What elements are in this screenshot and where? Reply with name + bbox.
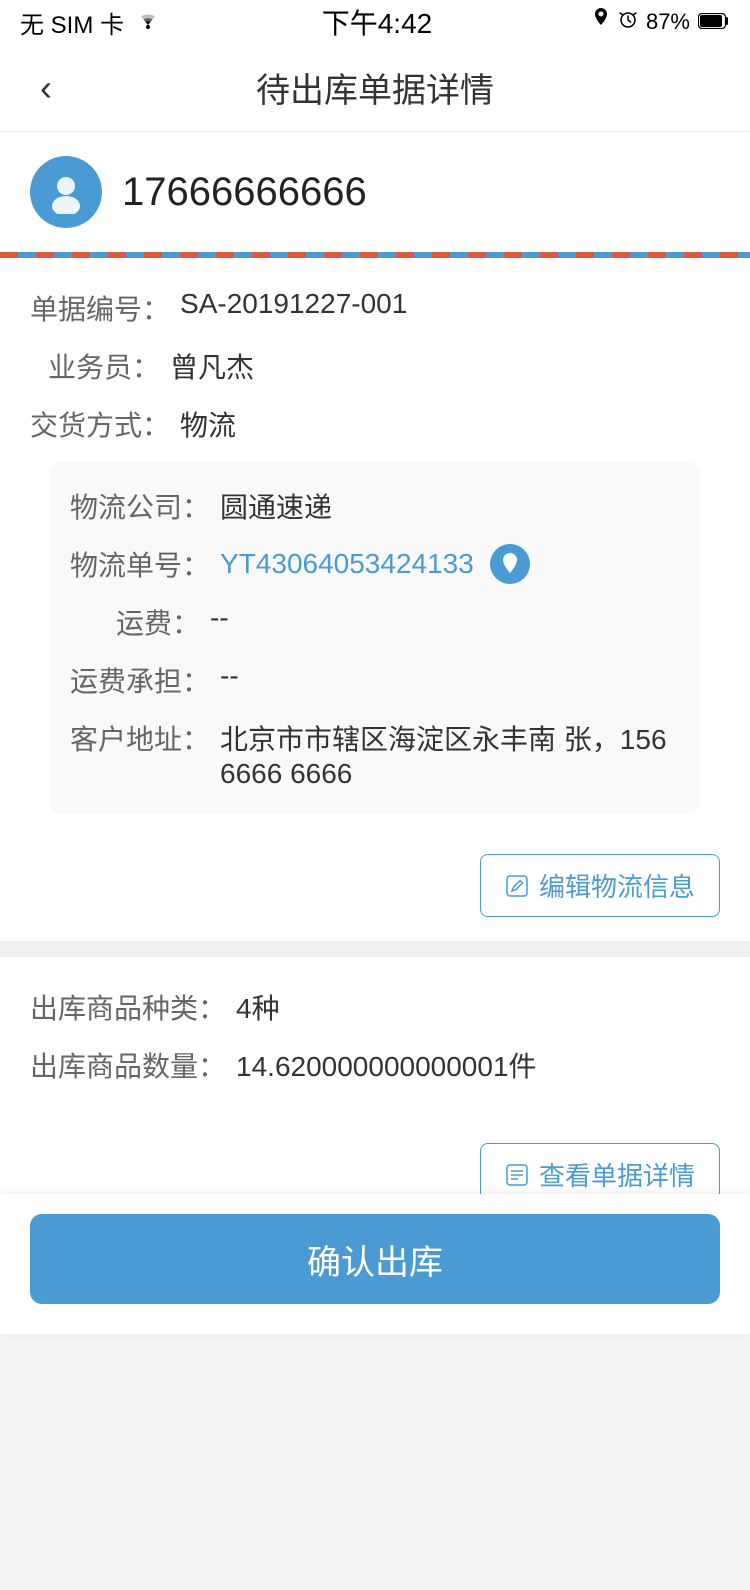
- back-button[interactable]: ‹: [30, 57, 62, 119]
- logistics-company-label: 物流公司：: [70, 486, 210, 526]
- tracking-number: YT43064053424133: [220, 548, 474, 580]
- salesperson-label: 业务员：: [30, 346, 160, 386]
- tracking-location-icon[interactable]: [490, 544, 530, 584]
- goods-count-value: 14.620000000000001件: [226, 1045, 720, 1085]
- order-no-label: 单据编号：: [30, 288, 170, 328]
- edit-logistics-button[interactable]: 编辑物流信息: [480, 854, 720, 917]
- alarm-icon: [618, 9, 638, 35]
- customer-section: 17666666666: [0, 132, 750, 252]
- battery-text: 87%: [646, 9, 690, 35]
- tracking-label: 物流单号：: [70, 544, 210, 584]
- page-title: 待出库单据详情: [256, 63, 494, 112]
- address-label: 客户地址：: [70, 718, 210, 758]
- status-time: 下午4:42: [322, 2, 433, 42]
- goods-types-value: 4种: [226, 987, 720, 1027]
- status-bar: 无 SIM 卡 下午4:42: [0, 0, 750, 44]
- goods-types-row: 出库商品种类： 4种: [30, 987, 720, 1027]
- section-divider: [0, 941, 750, 957]
- freight-row: 运费： --: [70, 602, 680, 642]
- confirm-btn-container: 确认出库: [0, 1194, 750, 1334]
- nav-bar: ‹ 待出库单据详情: [0, 44, 750, 132]
- freight-bear-row: 运费承担： --: [70, 660, 680, 700]
- status-right: 87%: [592, 8, 730, 36]
- battery-icon: [698, 9, 730, 35]
- carrier-text: 无 SIM 卡: [20, 5, 124, 40]
- status-left: 无 SIM 卡: [20, 5, 162, 40]
- edit-icon: [505, 874, 529, 898]
- edit-logistics-label: 编辑物流信息: [539, 867, 695, 904]
- goods-count-label: 出库商品数量：: [30, 1045, 226, 1085]
- freight-value: --: [200, 602, 680, 634]
- confirm-label: 确认出库: [307, 1235, 443, 1284]
- view-detail-label: 查看单据详情: [539, 1156, 695, 1193]
- order-no-value: SA-20191227-001: [170, 288, 720, 320]
- address-value: 北京市市辖区海淀区永丰南 张，156 6666 6666: [210, 718, 680, 790]
- freight-bear-value: --: [210, 660, 680, 692]
- confirm-button[interactable]: 确认出库: [30, 1214, 720, 1304]
- list-icon: [505, 1163, 529, 1187]
- goods-types-label: 出库商品种类：: [30, 987, 226, 1027]
- freight-label: 运费：: [70, 602, 200, 642]
- logistics-company-value: 圆通速递: [210, 486, 680, 526]
- avatar: [30, 156, 102, 228]
- wifi-icon: [134, 8, 162, 36]
- freight-bear-label: 运费承担：: [70, 660, 210, 700]
- delivery-row: 交货方式： 物流: [30, 404, 720, 444]
- goods-section: 出库商品种类： 4种 出库商品数量： 14.620000000000001件: [0, 957, 750, 1123]
- logistics-company-row: 物流公司： 圆通速递: [70, 486, 680, 526]
- edit-btn-row: 编辑物流信息: [0, 834, 750, 941]
- customer-phone: 17666666666: [122, 170, 367, 215]
- tracking-row: 物流单号： YT43064053424133: [70, 544, 680, 584]
- order-info-section: 单据编号： SA-20191227-001 业务员： 曾凡杰 交货方式： 物流 …: [0, 258, 750, 834]
- salesperson-value: 曾凡杰: [160, 346, 720, 386]
- logistics-card: 物流公司： 圆通速递 物流单号： YT43064053424133: [50, 462, 700, 814]
- order-no-row: 单据编号： SA-20191227-001: [30, 288, 720, 328]
- location-status-icon: [592, 8, 610, 36]
- address-row: 客户地址： 北京市市辖区海淀区永丰南 张，156 6666 6666: [70, 718, 680, 790]
- salesperson-row: 业务员： 曾凡杰: [30, 346, 720, 386]
- delivery-value: 物流: [170, 404, 720, 444]
- delivery-label: 交货方式：: [30, 404, 170, 444]
- tracking-value-container: YT43064053424133: [210, 544, 680, 584]
- goods-count-row: 出库商品数量： 14.620000000000001件: [30, 1045, 720, 1085]
